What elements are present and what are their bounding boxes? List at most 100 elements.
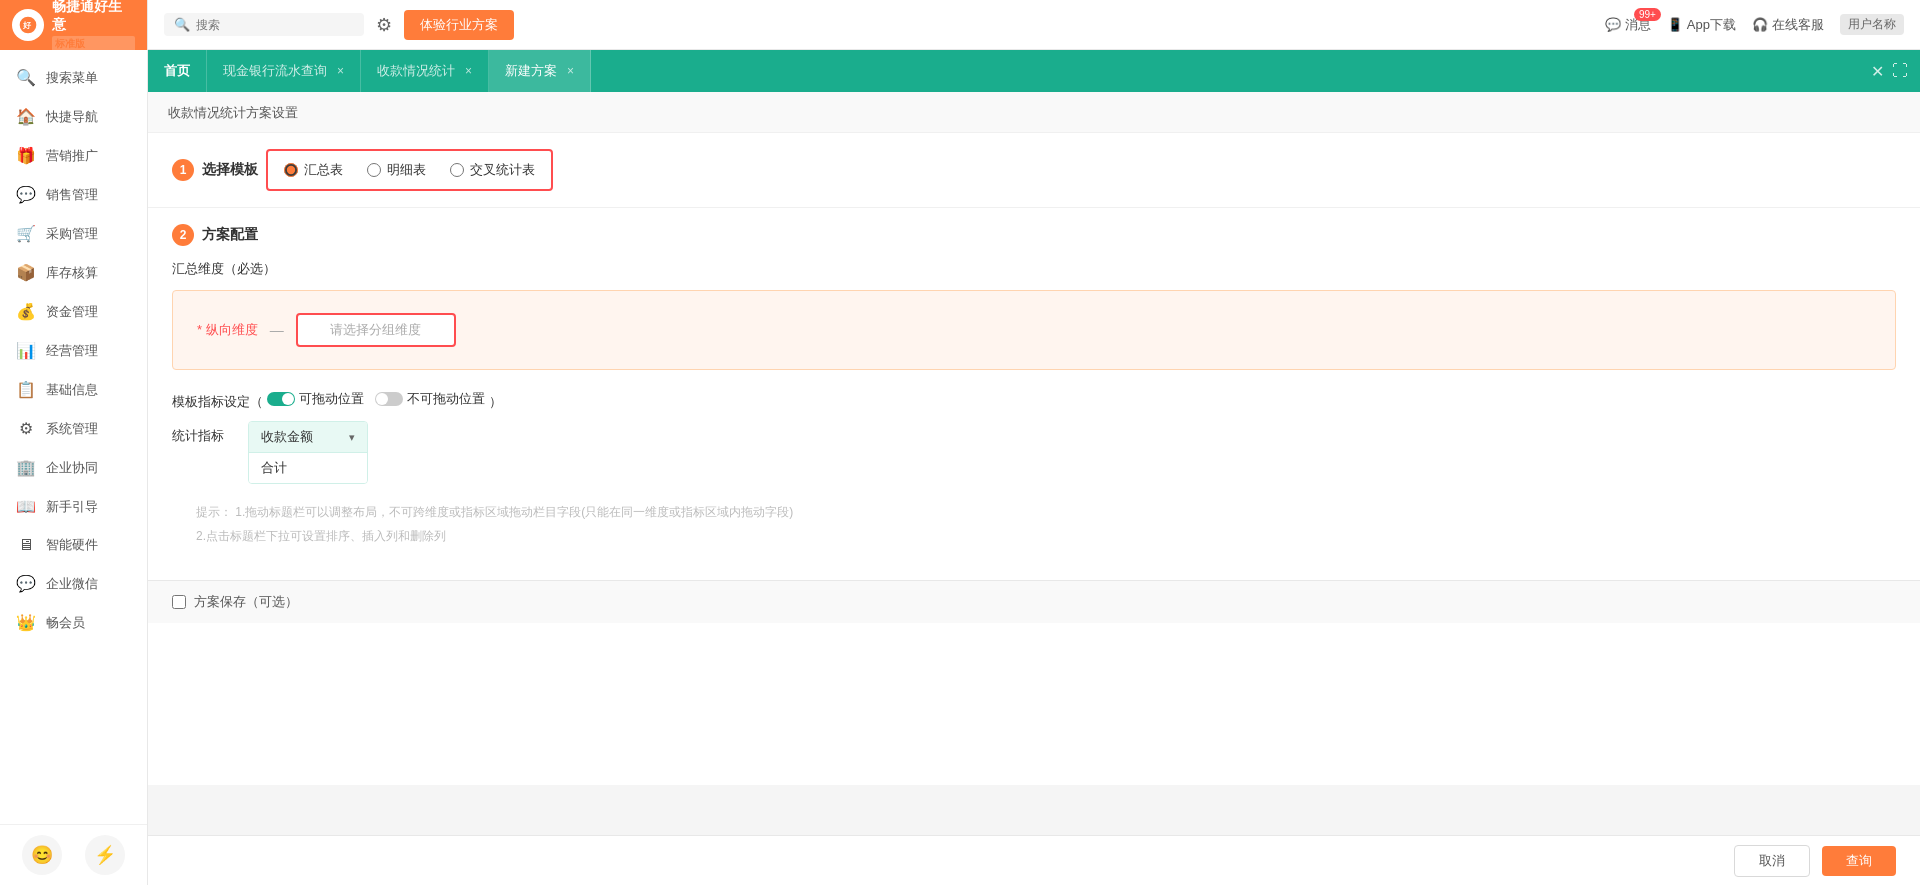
bank-flow-close-icon[interactable]: × — [337, 64, 344, 78]
sidebar-item-system[interactable]: ⚙ 系统管理 — [0, 409, 147, 448]
user-display[interactable]: 用户名称 — [1840, 14, 1904, 35]
settings-icon[interactable]: ⚙ — [376, 14, 392, 36]
new-plan-close-icon[interactable]: × — [567, 64, 574, 78]
sidebar-item-label: 基础信息 — [46, 381, 98, 399]
radio-summary[interactable]: 汇总表 — [284, 161, 343, 179]
sidebar-item-label: 畅会员 — [46, 614, 85, 632]
bank-flow-tab-label: 现金银行流水查询 — [223, 62, 327, 80]
radio-summary-input[interactable] — [284, 163, 298, 177]
tip-line2: 2.点击标题栏下拉可设置排序、插入列和删除列 — [196, 524, 1872, 548]
receipt-stats-tab-label: 收款情况统计 — [377, 62, 455, 80]
topbar: 🔍 ⚙ 体验行业方案 💬 消息 99+ 📱 App下载 🎧 在线客服 用户名称 — [148, 0, 1920, 50]
sidebar-item-sales[interactable]: 💬 销售管理 — [0, 175, 147, 214]
step2-section: 2 方案配置 汇总维度（必选） * 纵向维度 — 请选择分组维度 — [148, 207, 1920, 580]
step1-section: 1 选择模板 汇总表 明细表 — [148, 133, 1920, 207]
vertical-dim-label: * 纵向维度 — [197, 321, 258, 339]
tips-section: 提示： 1.拖动标题栏可以调整布局，不可跨维度或指标区域拖动栏目字段(只能在同一… — [172, 484, 1896, 564]
sidebar-item-purchase[interactable]: 🛒 采购管理 — [0, 214, 147, 253]
sidebar-logo: 好 畅捷通好生意 标准版 — [0, 0, 147, 50]
radio-detail[interactable]: 明细表 — [367, 161, 426, 179]
sidebar-bottom-btn-right[interactable]: ⚡ — [85, 835, 125, 875]
page-inner: 收款情况统计方案设置 1 选择模板 汇总表 — [148, 92, 1920, 785]
search-menu-icon: 🔍 — [16, 68, 36, 87]
sidebar-item-label: 新手引导 — [46, 498, 98, 516]
page-content: 收款情况统计方案设置 1 选择模板 汇总表 — [148, 92, 1920, 835]
radio-cross[interactable]: 交叉统计表 — [450, 161, 535, 179]
summary-dims-label: 汇总维度（必选） — [172, 260, 1896, 278]
metrics-section: 模板指标设定（ 可拖动位置 不可拖动位置 — [172, 390, 1896, 484]
dims-area: * 纵向维度 — 请选择分组维度 — [172, 290, 1896, 370]
topbar-right: 💬 消息 99+ 📱 App下载 🎧 在线客服 用户名称 — [1605, 14, 1904, 35]
sidebar-item-finance[interactable]: 💰 资金管理 — [0, 292, 147, 331]
receipt-stats-close-icon[interactable]: × — [465, 64, 472, 78]
inventory-icon: 📦 — [16, 263, 36, 282]
sidebar-bottom-btn-left[interactable]: 😊 — [22, 835, 62, 875]
sidebar-item-label: 企业微信 — [46, 575, 98, 593]
sidebar-item-guide[interactable]: 📖 新手引导 — [0, 487, 147, 526]
sidebar-item-label: 企业协同 — [46, 459, 98, 477]
sidebar-item-marketing[interactable]: 🎁 营销推广 — [0, 136, 147, 175]
industry-btn[interactable]: 体验行业方案 — [404, 10, 514, 40]
topbar-search-box[interactable]: 🔍 — [164, 13, 364, 36]
sidebar-item-search-menu[interactable]: 🔍 搜索菜单 — [0, 58, 147, 97]
message-btn[interactable]: 💬 消息 99+ — [1605, 16, 1651, 34]
stats-label: 统计指标 — [172, 421, 232, 451]
sidebar-item-quick-nav[interactable]: 🏠 快捷导航 — [0, 97, 147, 136]
member-icon: 👑 — [16, 613, 36, 632]
query-button[interactable]: 查询 — [1822, 846, 1896, 876]
page-header: 收款情况统计方案设置 — [148, 92, 1920, 133]
sidebar-item-operation[interactable]: 📊 经营管理 — [0, 331, 147, 370]
sidebar-item-label: 搜索菜单 — [46, 69, 98, 87]
message-icon: 💬 — [1605, 17, 1621, 32]
tab-new-plan[interactable]: 新建方案 × — [489, 50, 591, 92]
metric-col-label: 收款金额 — [261, 428, 313, 446]
step2-title: 方案配置 — [202, 226, 258, 244]
main-area: 🔍 ⚙ 体验行业方案 💬 消息 99+ 📱 App下载 🎧 在线客服 用户名称 … — [148, 0, 1920, 885]
sidebar-bottom: 😊 ⚡ — [0, 824, 147, 885]
svg-text:好: 好 — [22, 20, 32, 30]
wechat-icon: 💬 — [16, 574, 36, 593]
sidebar-item-member[interactable]: 👑 畅会员 — [0, 603, 147, 642]
tab-bank-flow[interactable]: 现金银行流水查询 × — [207, 50, 361, 92]
tab-home[interactable]: 首页 — [148, 50, 207, 92]
radio-detail-input[interactable] — [367, 163, 381, 177]
sidebar-item-basic-info[interactable]: 📋 基础信息 — [0, 370, 147, 409]
dim-placeholder-btn[interactable]: 请选择分组维度 — [296, 313, 456, 347]
cancel-button[interactable]: 取消 — [1734, 845, 1810, 877]
sidebar-item-corp[interactable]: 🏢 企业协同 — [0, 448, 147, 487]
download-btn[interactable]: 📱 App下载 — [1667, 16, 1736, 34]
metrics-layout: 统计指标 收款金额 ▾ 合计 — [172, 421, 1896, 484]
system-icon: ⚙ — [16, 419, 36, 438]
hardware-icon: 🖥 — [16, 536, 36, 554]
sidebar-item-label: 营销推广 — [46, 147, 98, 165]
guide-icon: 📖 — [16, 497, 36, 516]
metric-header-receipt[interactable]: 收款金额 ▾ — [249, 422, 367, 453]
save-label: 方案保存（可选） — [194, 593, 298, 611]
close-all-icon[interactable]: ✕ — [1871, 62, 1884, 81]
sidebar-item-wechat[interactable]: 💬 企业微信 — [0, 564, 147, 603]
operation-icon: 📊 — [16, 341, 36, 360]
new-plan-tab-label: 新建方案 — [505, 62, 557, 80]
sidebar-item-inventory[interactable]: 📦 库存核算 — [0, 253, 147, 292]
radio-cross-input[interactable] — [450, 163, 464, 177]
tab-bar: 首页 现金银行流水查询 × 收款情况统计 × 新建方案 × ✕ ⛶ — [148, 50, 1920, 92]
expand-icon[interactable]: ⛶ — [1892, 62, 1908, 80]
metrics-grid: 收款金额 ▾ 合计 — [248, 421, 368, 484]
tabs-right-controls: ✕ ⛶ — [1871, 62, 1920, 81]
sales-icon: 💬 — [16, 185, 36, 204]
logo-icon: 好 — [12, 9, 44, 41]
quick-nav-icon: 🏠 — [16, 107, 36, 126]
service-btn[interactable]: 🎧 在线客服 — [1752, 16, 1824, 34]
not-draggable-label: 不可拖动位置 — [407, 390, 485, 408]
step1-title: 选择模板 — [202, 161, 258, 179]
sidebar-item-hardware[interactable]: 🖥 智能硬件 — [0, 526, 147, 564]
tab-receipt-stats[interactable]: 收款情况统计 × — [361, 50, 489, 92]
search-icon: 🔍 — [174, 17, 190, 32]
search-input[interactable] — [196, 18, 336, 32]
sidebar-item-label: 采购管理 — [46, 225, 98, 243]
sidebar: 好 畅捷通好生意 标准版 🔍 搜索菜单 🏠 快捷导航 🎁 营销推广 💬 销售管理… — [0, 0, 148, 885]
download-label: App下载 — [1687, 16, 1736, 34]
save-checkbox[interactable] — [172, 595, 186, 609]
chevron-down-icon[interactable]: ▾ — [349, 431, 355, 444]
service-label: 在线客服 — [1772, 16, 1824, 34]
